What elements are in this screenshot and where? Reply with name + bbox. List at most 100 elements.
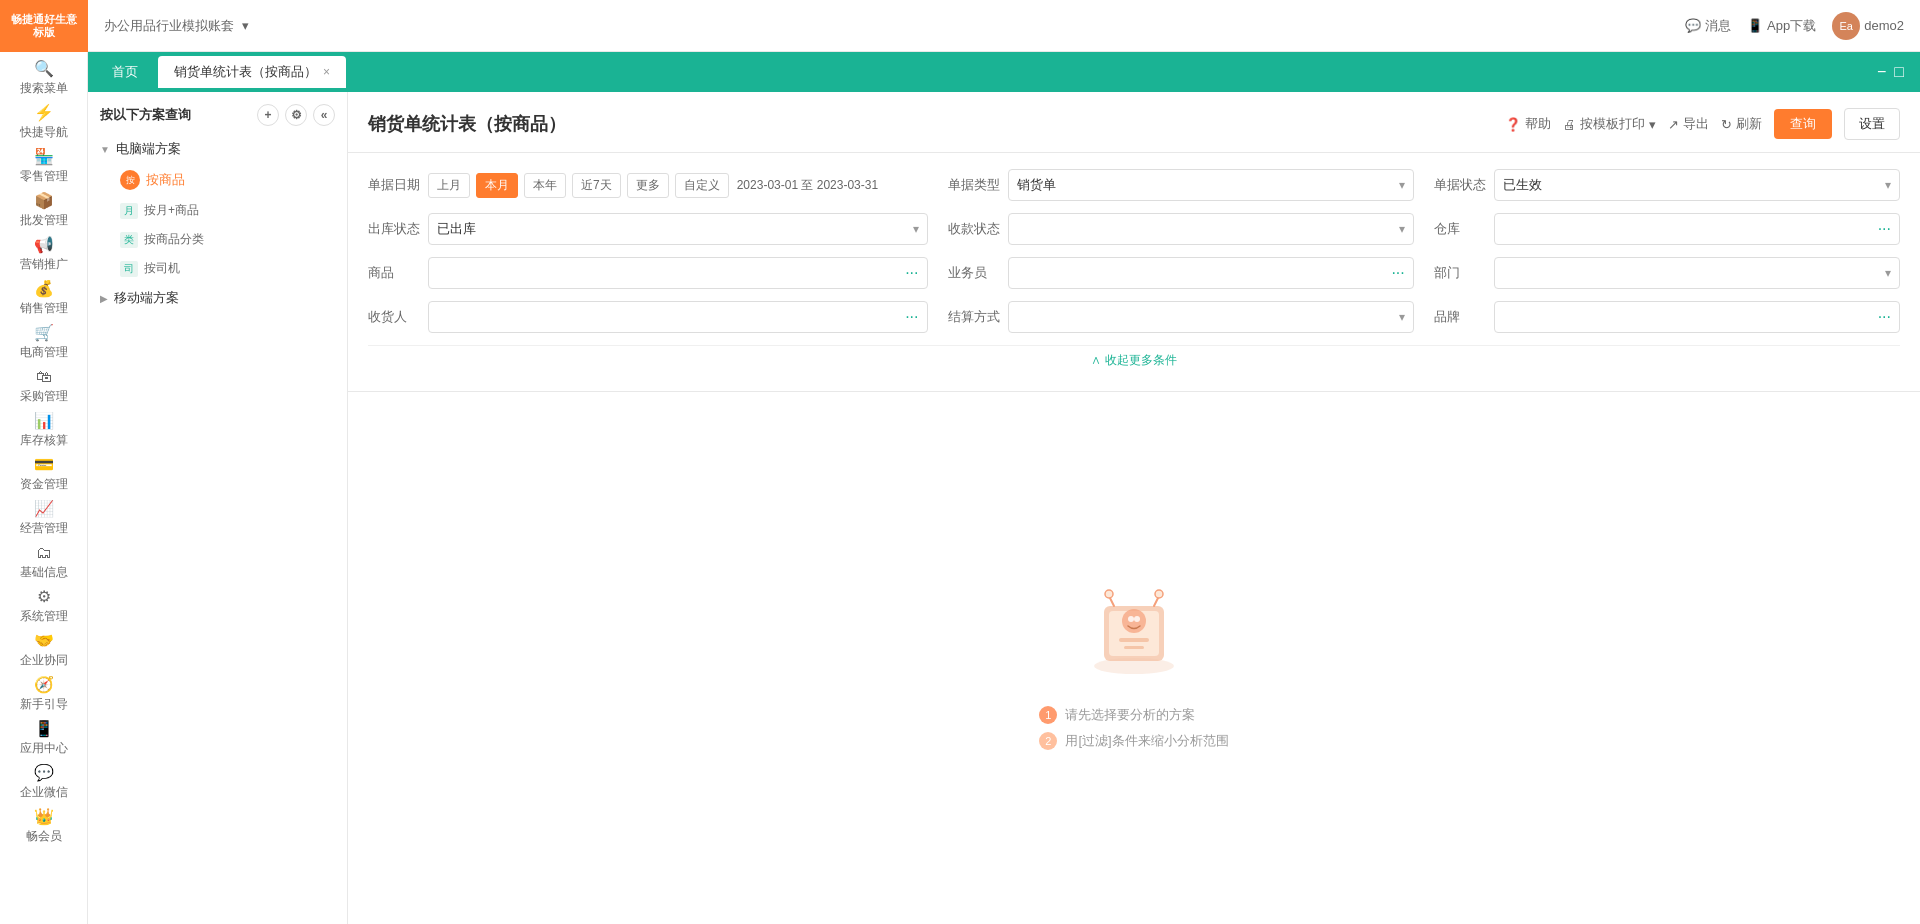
- tree-item-by-driver[interactable]: 司 按司机: [88, 254, 347, 283]
- sidebar-item-corp[interactable]: 🤝 企业协同: [0, 628, 88, 672]
- empty-illustration: [1074, 566, 1194, 686]
- app-download-button[interactable]: 📱 App下载: [1747, 17, 1816, 35]
- sidebar-item-inventory[interactable]: 📊 库存核算: [0, 408, 88, 452]
- left-panel-actions: + ⚙ «: [257, 104, 335, 126]
- marketing-icon: 📢: [34, 235, 54, 254]
- doc-type-select[interactable]: 销货单 ▾: [1008, 169, 1414, 201]
- tab-home[interactable]: 首页: [96, 56, 154, 88]
- main-area: 办公用品行业模拟账套 ▾ 💬 消息 📱 App下载 Ea demo2 首页 销货…: [88, 0, 1920, 924]
- settle-select[interactable]: ▾: [1008, 301, 1414, 333]
- staff-dots[interactable]: ···: [1391, 264, 1404, 282]
- help-label: 帮助: [1525, 115, 1551, 133]
- warehouse-label: 仓库: [1434, 220, 1494, 238]
- sidebar-item-member[interactable]: 👑 畅会员: [0, 804, 88, 848]
- system-icon: ⚙: [37, 587, 51, 606]
- dept-select[interactable]: ▾: [1494, 257, 1900, 289]
- add-scheme-button[interactable]: +: [257, 104, 279, 126]
- product-dots[interactable]: ···: [905, 264, 918, 282]
- collapse-panel-button[interactable]: «: [313, 104, 335, 126]
- receipt-status-chevron: ▾: [1399, 222, 1405, 236]
- out-status-select[interactable]: 已出库 ▾: [428, 213, 928, 245]
- sidebar-item-wholesale-label: 批发管理: [20, 212, 68, 229]
- dept-label: 部门: [1434, 264, 1494, 282]
- collapse-filter-button[interactable]: ∧ 收起更多条件: [368, 345, 1900, 375]
- message-button[interactable]: 💬 消息: [1685, 17, 1731, 35]
- tab-sales-report[interactable]: 销货单统计表（按商品） ×: [158, 56, 346, 88]
- sidebar-item-system[interactable]: ⚙ 系统管理: [0, 584, 88, 628]
- page-header: 销货单统计表（按商品） ❓ 帮助 🖨 按模板打印 ▾ ↗: [348, 92, 1920, 153]
- sidebar-item-wechat[interactable]: 💬 企业微信: [0, 760, 88, 804]
- tip-text-2: 用[过滤]条件来缩小分析范围: [1065, 732, 1228, 750]
- doc-type-field: 单据类型 销货单 ▾: [948, 169, 1414, 201]
- svg-rect-6: [1119, 638, 1149, 642]
- user-profile[interactable]: Ea demo2: [1832, 12, 1904, 40]
- export-button[interactable]: ↗ 导出: [1668, 115, 1709, 133]
- print-icon: 🖨: [1563, 117, 1576, 132]
- doc-status-chevron: ▾: [1885, 178, 1891, 192]
- sidebar-item-retail[interactable]: 🏪 零售管理: [0, 144, 88, 188]
- product-select[interactable]: ···: [428, 257, 928, 289]
- tree-item-by-month-product[interactable]: 月 按月+商品: [88, 196, 347, 225]
- by-month-product-label: 按月+商品: [144, 202, 199, 219]
- sidebar-item-search[interactable]: 🔍 搜索菜单: [0, 56, 88, 100]
- collapse-icon: «: [321, 108, 328, 122]
- tree-item-by-product[interactable]: 按 按商品: [88, 164, 347, 196]
- sidebar-item-wholesale[interactable]: 📦 批发管理: [0, 188, 88, 232]
- sidebar-item-operation-label: 经营管理: [20, 520, 68, 537]
- date-last7-btn[interactable]: 近7天: [572, 173, 621, 198]
- sidebar-item-quicknav[interactable]: ⚡ 快捷导航: [0, 100, 88, 144]
- sidebar-item-member-label: 畅会员: [26, 828, 62, 845]
- svg-point-4: [1128, 616, 1134, 622]
- help-button[interactable]: ❓ 帮助: [1505, 115, 1551, 133]
- scheme-settings-button[interactable]: ⚙: [285, 104, 307, 126]
- query-button[interactable]: 查询: [1774, 109, 1832, 139]
- sidebar-item-apps[interactable]: 📱 应用中心: [0, 716, 88, 760]
- sidebar-item-sales[interactable]: 💰 销售管理: [0, 276, 88, 320]
- tree-item-by-category[interactable]: 类 按商品分类: [88, 225, 347, 254]
- warehouse-dots[interactable]: ···: [1878, 220, 1891, 238]
- wholesale-icon: 📦: [34, 191, 54, 210]
- search-menu-icon: 🔍: [34, 59, 54, 78]
- product-field: 商品 ···: [368, 257, 928, 289]
- sidebar-item-operation[interactable]: 📈 经营管理: [0, 496, 88, 540]
- staff-select[interactable]: ···: [1008, 257, 1414, 289]
- date-this-year-btn[interactable]: 本年: [524, 173, 566, 198]
- date-last-month-btn[interactable]: 上月: [428, 173, 470, 198]
- by-product-icon: 按: [120, 170, 140, 190]
- refresh-button[interactable]: ↻ 刷新: [1721, 115, 1762, 133]
- tab-close-button[interactable]: ×: [323, 65, 330, 79]
- page-title: 销货单统计表（按商品）: [368, 112, 566, 136]
- brand-select[interactable]: ···: [1494, 301, 1900, 333]
- receipt-status-select[interactable]: ▾: [1008, 213, 1414, 245]
- sidebar-item-system-label: 系统管理: [20, 608, 68, 625]
- date-this-month-btn[interactable]: 本月: [476, 173, 518, 198]
- settings-button[interactable]: 设置: [1844, 108, 1900, 140]
- sidebar-item-finance[interactable]: 💳 资金管理: [0, 452, 88, 496]
- filter-row-2: 出库状态 已出库 ▾ 收款状态 ▾: [368, 213, 1900, 245]
- tree-section-pc[interactable]: ▼ 电脑端方案: [88, 134, 347, 164]
- date-label: 单据日期: [368, 176, 428, 194]
- receiver-dots[interactable]: ···: [905, 308, 918, 326]
- brand-dots[interactable]: ···: [1878, 308, 1891, 326]
- receipt-status-label: 收款状态: [948, 220, 1008, 238]
- sidebar-item-ecommerce[interactable]: 🛒 电商管理: [0, 320, 88, 364]
- date-custom-btn[interactable]: 自定义: [675, 173, 729, 198]
- tip-num-2: 2: [1039, 732, 1057, 750]
- sidebar-menu: 🔍 搜索菜单 ⚡ 快捷导航 🏪 零售管理 📦 批发管理 📢 营销推广 💰 销售管…: [0, 52, 87, 924]
- minimize-button[interactable]: −: [1877, 63, 1886, 81]
- topbar-right: 💬 消息 📱 App下载 Ea demo2: [1685, 12, 1904, 40]
- warehouse-select[interactable]: ···: [1494, 213, 1900, 245]
- industry-dropdown-icon[interactable]: ▾: [242, 18, 249, 33]
- sidebar-item-basic[interactable]: 🗂 基础信息: [0, 540, 88, 584]
- sidebar-item-guide[interactable]: 🧭 新手引导: [0, 672, 88, 716]
- date-more-btn[interactable]: 更多: [627, 173, 669, 198]
- tree-section-mobile[interactable]: ▶ 移动端方案: [88, 283, 347, 313]
- refresh-label: 刷新: [1736, 115, 1762, 133]
- receiver-select[interactable]: ···: [428, 301, 928, 333]
- maximize-button[interactable]: □: [1894, 63, 1904, 81]
- sidebar-item-purchase[interactable]: 🛍 采购管理: [0, 364, 88, 408]
- sidebar-item-marketing[interactable]: 📢 营销推广: [0, 232, 88, 276]
- doc-status-select[interactable]: 已生效 ▾: [1494, 169, 1900, 201]
- by-category-label: 按商品分类: [144, 231, 204, 248]
- print-button[interactable]: 🖨 按模板打印 ▾: [1563, 115, 1656, 133]
